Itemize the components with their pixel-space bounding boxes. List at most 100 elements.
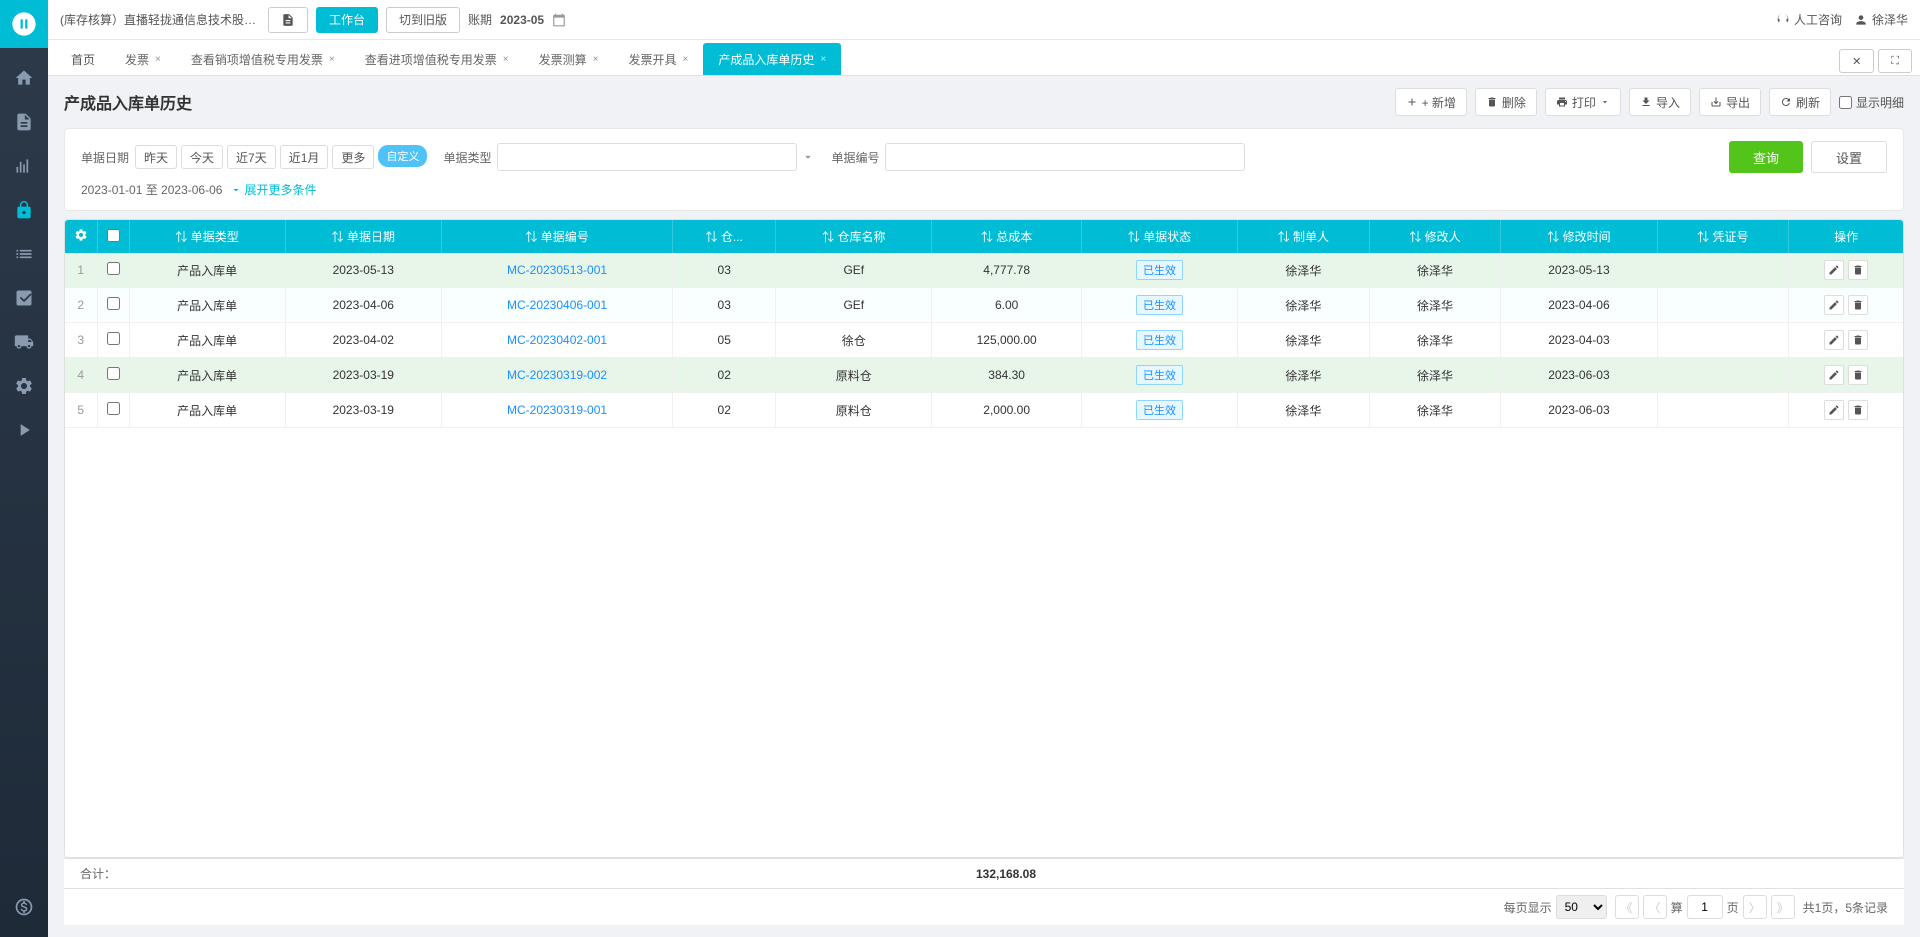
record-link[interactable]: MC-20230513-001 — [507, 263, 607, 277]
import-btn[interactable]: 导入 — [1629, 88, 1691, 116]
sidebar-item-lock[interactable] — [0, 188, 48, 232]
tab-invoice-calc[interactable]: 发票测算 × — [524, 43, 614, 75]
prev-page-btn[interactable]: 〈 — [1643, 895, 1667, 919]
sidebar-item-list[interactable] — [0, 232, 48, 276]
btn-yesterday[interactable]: 昨天 — [135, 145, 177, 169]
th-settings[interactable] — [65, 220, 97, 253]
row-checkbox[interactable] — [107, 402, 120, 415]
select-all-checkbox[interactable] — [107, 229, 120, 242]
cell-checkbox[interactable] — [97, 358, 129, 393]
tab-invoice-issue-close[interactable]: × — [682, 54, 688, 65]
query-btn[interactable]: 查询 — [1729, 141, 1803, 173]
tab-product-inbound-close[interactable]: × — [820, 54, 826, 65]
delete-row-btn[interactable] — [1848, 365, 1868, 385]
workbench-btn[interactable]: 工作台 — [316, 7, 378, 33]
table-row: 3 产品入库单 2023-04-02 MC-20230402-001 05 徐仓… — [65, 323, 1903, 358]
edit-btn[interactable] — [1824, 365, 1844, 385]
btn-more[interactable]: 更多 — [332, 145, 374, 169]
edit-btn[interactable] — [1824, 400, 1844, 420]
cell-status: 已生效 — [1081, 323, 1237, 358]
show-detail-label[interactable]: 显示明细 — [1839, 94, 1904, 111]
btn-today[interactable]: 今天 — [181, 145, 223, 169]
cell-number: MC-20230406-001 — [441, 288, 672, 323]
cell-checkbox[interactable] — [97, 288, 129, 323]
next-page-btn[interactable]: 〉 — [1743, 895, 1767, 919]
tab-invoice-calc-close[interactable]: × — [593, 54, 599, 65]
row-checkbox[interactable] — [107, 367, 120, 380]
close-all-btn[interactable]: ✕ — [1839, 49, 1874, 73]
sidebar-item-settings2[interactable] — [0, 364, 48, 408]
number-filter-label: 单据编号 — [831, 149, 879, 166]
tab-invoice-close[interactable]: × — [155, 54, 161, 65]
delete-row-btn[interactable] — [1848, 330, 1868, 350]
btn-1month[interactable]: 近1月 — [280, 145, 329, 169]
data-table: ⇅ 单据类型 ⇅ 单据日期 ⇅ 单据编号 ⇅ 仓... ⇅ 仓库名称 ⇅ 总成本… — [65, 220, 1903, 428]
th-checkbox[interactable] — [97, 220, 129, 253]
sidebar-item-home[interactable] — [0, 56, 48, 100]
settings2-icon — [14, 376, 34, 396]
number-input[interactable] — [885, 143, 1245, 171]
tab-input-vat[interactable]: 查看进项增值税专用发票 × — [350, 43, 524, 75]
row-checkbox[interactable] — [107, 332, 120, 345]
tab-invoice-issue[interactable]: 发票开具 × — [613, 43, 703, 75]
edit-btn[interactable] — [1824, 330, 1844, 350]
btn-custom[interactable]: 自定义 — [378, 145, 427, 167]
sidebar-item-play[interactable] — [0, 408, 48, 452]
sidebar-item-warehouse[interactable] — [0, 320, 48, 364]
first-page-btn[interactable]: 《 — [1615, 895, 1639, 919]
per-page-select[interactable]: 50 100 200 — [1556, 895, 1607, 919]
cell-action — [1789, 253, 1903, 288]
tab-home[interactable]: 首页 — [56, 43, 110, 75]
cell-checkbox[interactable] — [97, 393, 129, 428]
main-area: (库存核算）直播轻拢通信息技术股份... 工作台 切到旧版 账期 2023-05… — [48, 0, 1920, 937]
record-link[interactable]: MC-20230319-001 — [507, 403, 607, 417]
document-btn[interactable] — [268, 7, 308, 33]
delete-row-btn[interactable] — [1848, 295, 1868, 315]
new-btn[interactable]: + 新增 — [1395, 88, 1467, 116]
tab-input-vat-close[interactable]: × — [503, 54, 509, 65]
row-checkbox[interactable] — [107, 297, 120, 310]
sidebar-item-document[interactable] — [0, 100, 48, 144]
refresh-btn[interactable]: 刷新 — [1769, 88, 1831, 116]
tab-invoice[interactable]: 发票 × — [110, 43, 176, 75]
edit-btn[interactable] — [1824, 295, 1844, 315]
expand-btn[interactable]: 展开更多条件 — [230, 181, 316, 198]
set-btn[interactable]: 设置 — [1811, 141, 1887, 173]
delete-row-btn[interactable] — [1848, 400, 1868, 420]
delete-btn[interactable]: 删除 — [1475, 88, 1537, 116]
sidebar-item-task[interactable] — [0, 276, 48, 320]
tab-sales-vat[interactable]: 查看销项增值税专用发票 × — [176, 43, 350, 75]
tab-invoice-issue-label: 发票开具 — [628, 51, 676, 68]
delete-row-btn[interactable] — [1848, 260, 1868, 280]
row-checkbox[interactable] — [107, 262, 120, 275]
cell-modify-time: 2023-06-03 — [1501, 393, 1657, 428]
record-link[interactable]: MC-20230402-001 — [507, 333, 607, 347]
last-page-btn[interactable]: 》 — [1771, 895, 1795, 919]
show-detail-checkbox[interactable] — [1839, 96, 1852, 109]
maximize-btn[interactable]: ⛶ — [1878, 49, 1912, 73]
cell-modifier: 徐泽华 — [1369, 358, 1501, 393]
calendar-icon[interactable] — [552, 13, 566, 27]
cell-checkbox[interactable] — [97, 323, 129, 358]
type-filter-label: 单据类型 — [443, 149, 491, 166]
user-service[interactable]: 人工咨询 — [1776, 11, 1842, 28]
page-input[interactable] — [1687, 895, 1723, 919]
home-icon — [14, 68, 34, 88]
table-footer: 合计： 132,168.08 — [64, 858, 1904, 888]
edit-btn[interactable] — [1824, 260, 1844, 280]
sidebar-item-version[interactable] — [0, 885, 48, 929]
record-link[interactable]: MC-20230406-001 — [507, 298, 607, 312]
type-dropdown-icon[interactable] — [801, 150, 815, 164]
cell-voucher — [1657, 253, 1789, 288]
print-btn[interactable]: 打印 — [1545, 88, 1621, 116]
export-btn[interactable]: 导出 — [1699, 88, 1761, 116]
switch-old-btn[interactable]: 切到旧版 — [386, 7, 460, 33]
tab-sales-vat-close[interactable]: × — [329, 54, 335, 65]
export-icon — [1710, 96, 1722, 108]
btn-7days[interactable]: 近7天 — [227, 145, 276, 169]
sidebar-item-chart[interactable] — [0, 144, 48, 188]
type-select[interactable] — [497, 143, 797, 171]
record-link[interactable]: MC-20230319-002 — [507, 368, 607, 382]
tab-product-inbound[interactable]: 产成品入库单历史 × — [703, 43, 841, 75]
cell-checkbox[interactable] — [97, 253, 129, 288]
